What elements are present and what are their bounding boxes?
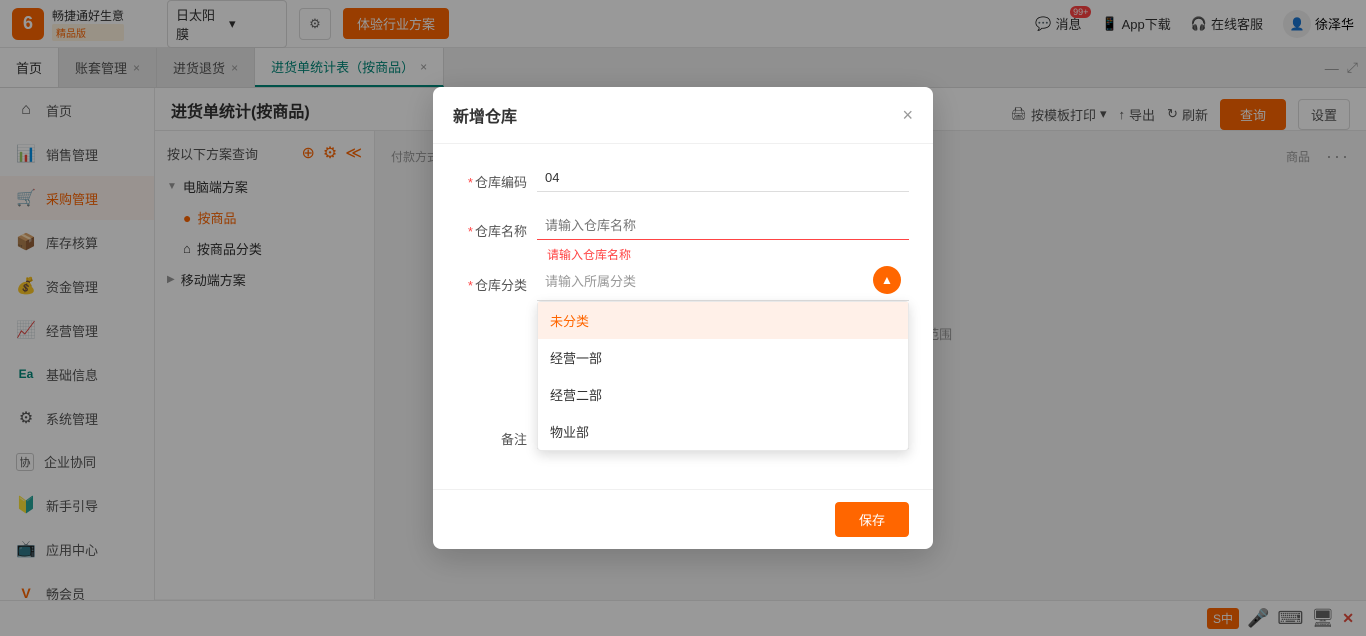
modal-body: 仓库编码 仓库名称 请输入仓库名称 仓库分类 请输入所属分类 ▲ (433, 144, 933, 489)
category-dropdown: 未分类 经营一部 经营二部 物业部 (537, 301, 909, 451)
name-label: 仓库名称 (457, 213, 537, 240)
modal-footer: 保存 (433, 489, 933, 549)
modal-title: 新增仓库 (453, 103, 517, 127)
dropdown-option-ops3[interactable]: 物业部 (538, 413, 908, 450)
dropdown-option-uncategorized[interactable]: 未分类 (538, 302, 908, 339)
modal-overlay[interactable]: 新增仓库 × 仓库编码 仓库名称 请输入仓库名称 仓库分类 (0, 0, 1366, 636)
form-row-name: 仓库名称 请输入仓库名称 (457, 212, 909, 240)
code-input[interactable] (537, 164, 909, 192)
modal-header: 新增仓库 × (433, 87, 933, 144)
add-warehouse-modal: 新增仓库 × 仓库编码 仓库名称 请输入仓库名称 仓库分类 (433, 87, 933, 549)
code-label: 仓库编码 (457, 164, 537, 191)
category-placeholder: 请输入所属分类 (545, 271, 873, 290)
category-toggle-icon[interactable]: ▲ (873, 266, 901, 294)
name-input[interactable] (537, 212, 909, 240)
dropdown-option-ops2[interactable]: 经营二部 (538, 376, 908, 413)
form-row-code: 仓库编码 (457, 164, 909, 192)
dropdown-option-ops1[interactable]: 经营一部 (538, 339, 908, 376)
save-button[interactable]: 保存 (835, 502, 909, 537)
category-select[interactable]: 请输入所属分类 ▲ (537, 260, 909, 301)
form-row-category: 仓库分类 请输入所属分类 ▲ 未分类 经营一部 经营二部 物业部 (457, 260, 909, 301)
category-label: 仓库分类 (457, 267, 537, 294)
modal-close-button[interactable]: × (902, 105, 913, 126)
note-label: 备注 (457, 421, 537, 448)
